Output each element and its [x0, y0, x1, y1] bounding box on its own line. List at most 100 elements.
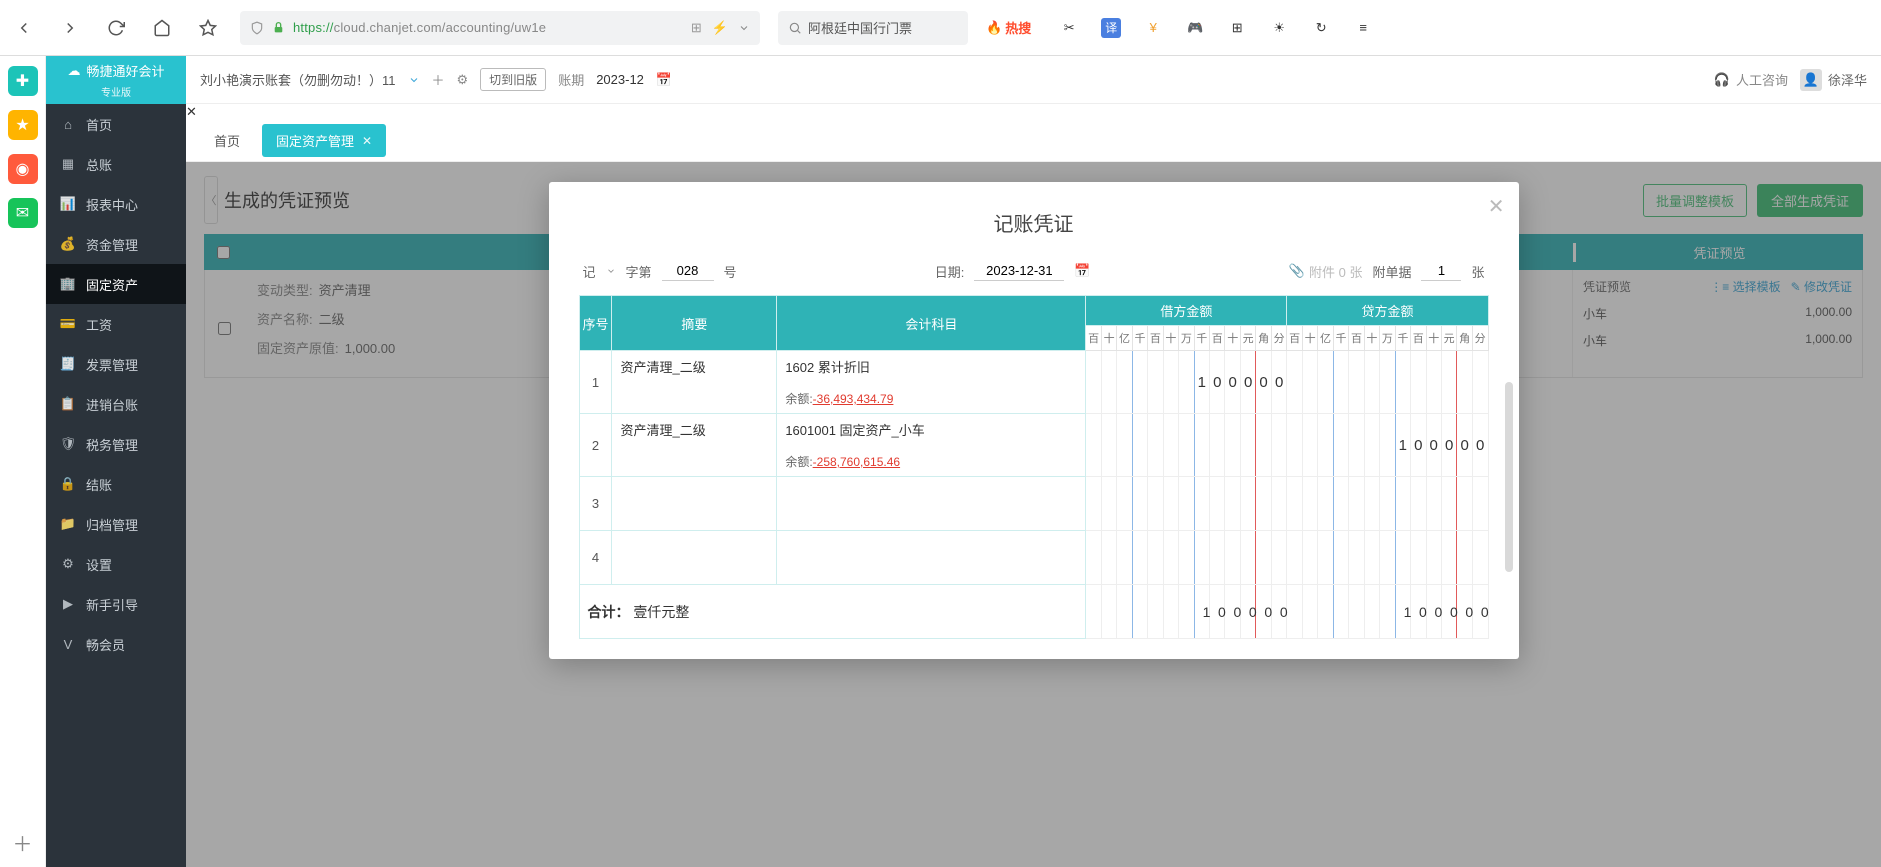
digit-cell[interactable]: 0 — [1426, 585, 1441, 639]
digit-cell[interactable]: 0 — [1472, 414, 1488, 477]
forward-button[interactable] — [56, 14, 84, 42]
row-summary[interactable] — [612, 477, 777, 531]
digit-cell[interactable] — [1349, 351, 1364, 414]
digit-cell[interactable] — [1411, 351, 1426, 414]
digit-cell[interactable] — [1225, 531, 1240, 585]
digit-cell[interactable] — [1117, 351, 1132, 414]
digit-cell[interactable] — [1256, 477, 1271, 531]
row-summary[interactable] — [612, 531, 777, 585]
wallet-icon[interactable]: ¥ — [1143, 18, 1163, 38]
digit-cell[interactable] — [1163, 531, 1178, 585]
digit-cell[interactable] — [1148, 351, 1163, 414]
digit-cell[interactable] — [1101, 351, 1116, 414]
digit-cell[interactable] — [1318, 477, 1333, 531]
home-button[interactable] — [148, 14, 176, 42]
digit-cell[interactable] — [1179, 414, 1194, 477]
digit-cell[interactable] — [1210, 414, 1225, 477]
digit-cell[interactable] — [1349, 531, 1364, 585]
sidebar-item-10[interactable]: 📁归档管理 — [46, 504, 186, 544]
period-value[interactable]: 2023-12 — [596, 72, 644, 87]
digit-cell[interactable] — [1086, 585, 1101, 639]
launcher-app-4[interactable]: ✉ — [8, 198, 38, 228]
game-icon[interactable]: 🎮 — [1185, 18, 1205, 38]
digit-cell[interactable] — [1349, 585, 1364, 639]
digit-cell[interactable] — [1148, 531, 1163, 585]
digit-cell[interactable] — [1426, 351, 1441, 414]
modal-scrollbar[interactable] — [1505, 382, 1513, 572]
digit-cell[interactable] — [1333, 351, 1348, 414]
switch-old-button[interactable]: 切到旧版 — [480, 68, 546, 91]
grid-icon[interactable]: ⊞ — [1227, 18, 1247, 38]
digit-cell[interactable] — [1271, 477, 1287, 531]
attachment-link[interactable]: 📎附件 0 张 — [1289, 262, 1363, 281]
digit-cell[interactable] — [1086, 477, 1101, 531]
digit-cell[interactable] — [1287, 477, 1302, 531]
digit-cell[interactable]: 0 — [1457, 585, 1472, 639]
sidebar-item-6[interactable]: 🧾发票管理 — [46, 344, 186, 384]
digit-cell[interactable] — [1210, 477, 1225, 531]
digit-cell[interactable] — [1179, 585, 1194, 639]
qr-icon[interactable]: ⊞ — [691, 20, 702, 36]
digit-cell[interactable] — [1364, 477, 1379, 531]
sidebar-item-12[interactable]: ▶新手引导 — [46, 584, 186, 624]
digit-cell[interactable] — [1380, 351, 1395, 414]
scissors-icon[interactable]: ✂ — [1059, 18, 1079, 38]
row-summary[interactable]: 资产清理_二级 — [612, 414, 777, 477]
digit-cell[interactable] — [1426, 477, 1441, 531]
digit-cell[interactable] — [1472, 351, 1488, 414]
digit-cell[interactable]: 0 — [1411, 585, 1426, 639]
digit-cell[interactable] — [1411, 531, 1426, 585]
digit-cell[interactable] — [1302, 531, 1317, 585]
close-icon[interactable]: ✕ — [362, 134, 372, 148]
sidebar-item-7[interactable]: 📋进销台账 — [46, 384, 186, 424]
url-box[interactable]: https://cloud.chanjet.com/accounting/uw1… — [240, 11, 760, 45]
sidebar-item-11[interactable]: ⚙设置 — [46, 544, 186, 584]
digit-cell[interactable] — [1117, 531, 1132, 585]
digit-cell[interactable] — [1287, 351, 1302, 414]
digit-cell[interactable] — [1318, 351, 1333, 414]
account-dropdown-icon[interactable] — [408, 74, 420, 86]
digit-cell[interactable] — [1333, 477, 1348, 531]
digit-cell[interactable]: 1 — [1194, 351, 1209, 414]
star-button[interactable] — [194, 14, 222, 42]
digit-cell[interactable] — [1086, 414, 1101, 477]
digit-cell[interactable] — [1101, 585, 1116, 639]
digit-cell[interactable] — [1271, 531, 1287, 585]
digit-cell[interactable] — [1333, 585, 1348, 639]
gear-icon[interactable]: ⚙ — [457, 72, 469, 88]
row-subject[interactable]: 1601001 固定资产_小车余额:-258,760,615.46 — [777, 414, 1086, 477]
digit-cell[interactable] — [1457, 351, 1472, 414]
digit-cell[interactable] — [1086, 351, 1101, 414]
digit-cell[interactable] — [1302, 414, 1317, 477]
digit-cell[interactable] — [1086, 531, 1101, 585]
user-menu[interactable]: 👤徐泽华 — [1800, 69, 1867, 91]
digit-cell[interactable] — [1457, 531, 1472, 585]
digit-cell[interactable] — [1380, 531, 1395, 585]
launcher-app-3[interactable]: ◉ — [8, 154, 38, 184]
sidebar-item-4[interactable]: 🏢固定资产 — [46, 264, 186, 304]
reload-button[interactable] — [102, 14, 130, 42]
digit-cell[interactable]: 1 — [1395, 585, 1410, 639]
digit-cell[interactable] — [1117, 414, 1132, 477]
digit-cell[interactable]: 0 — [1225, 585, 1240, 639]
digit-cell[interactable] — [1364, 414, 1379, 477]
translate-icon[interactable]: 译 — [1101, 18, 1121, 38]
sidebar-item-3[interactable]: 💰资金管理 — [46, 224, 186, 264]
digit-cell[interactable]: 0 — [1240, 585, 1255, 639]
digit-cell[interactable]: 0 — [1441, 414, 1456, 477]
sidebar-item-2[interactable]: 📊报表中心 — [46, 184, 186, 224]
digit-cell[interactable] — [1395, 477, 1410, 531]
account-name[interactable]: 刘小艳演示账套（勿删勿动！）11 — [200, 70, 396, 89]
row-subject[interactable] — [777, 531, 1086, 585]
digit-cell[interactable] — [1240, 414, 1255, 477]
hot-search-badge[interactable]: 🔥热搜 — [986, 18, 1031, 37]
digit-cell[interactable] — [1179, 531, 1194, 585]
row-subject[interactable]: 1602 累计折旧余额:-36,493,434.79 — [777, 351, 1086, 414]
digit-cell[interactable]: 0 — [1256, 585, 1271, 639]
digit-cell[interactable] — [1117, 477, 1132, 531]
digit-cell[interactable]: 0 — [1411, 414, 1426, 477]
digit-cell[interactable] — [1287, 531, 1302, 585]
digit-cell[interactable]: 0 — [1271, 585, 1287, 639]
digit-cell[interactable] — [1318, 414, 1333, 477]
digit-cell[interactable] — [1380, 477, 1395, 531]
